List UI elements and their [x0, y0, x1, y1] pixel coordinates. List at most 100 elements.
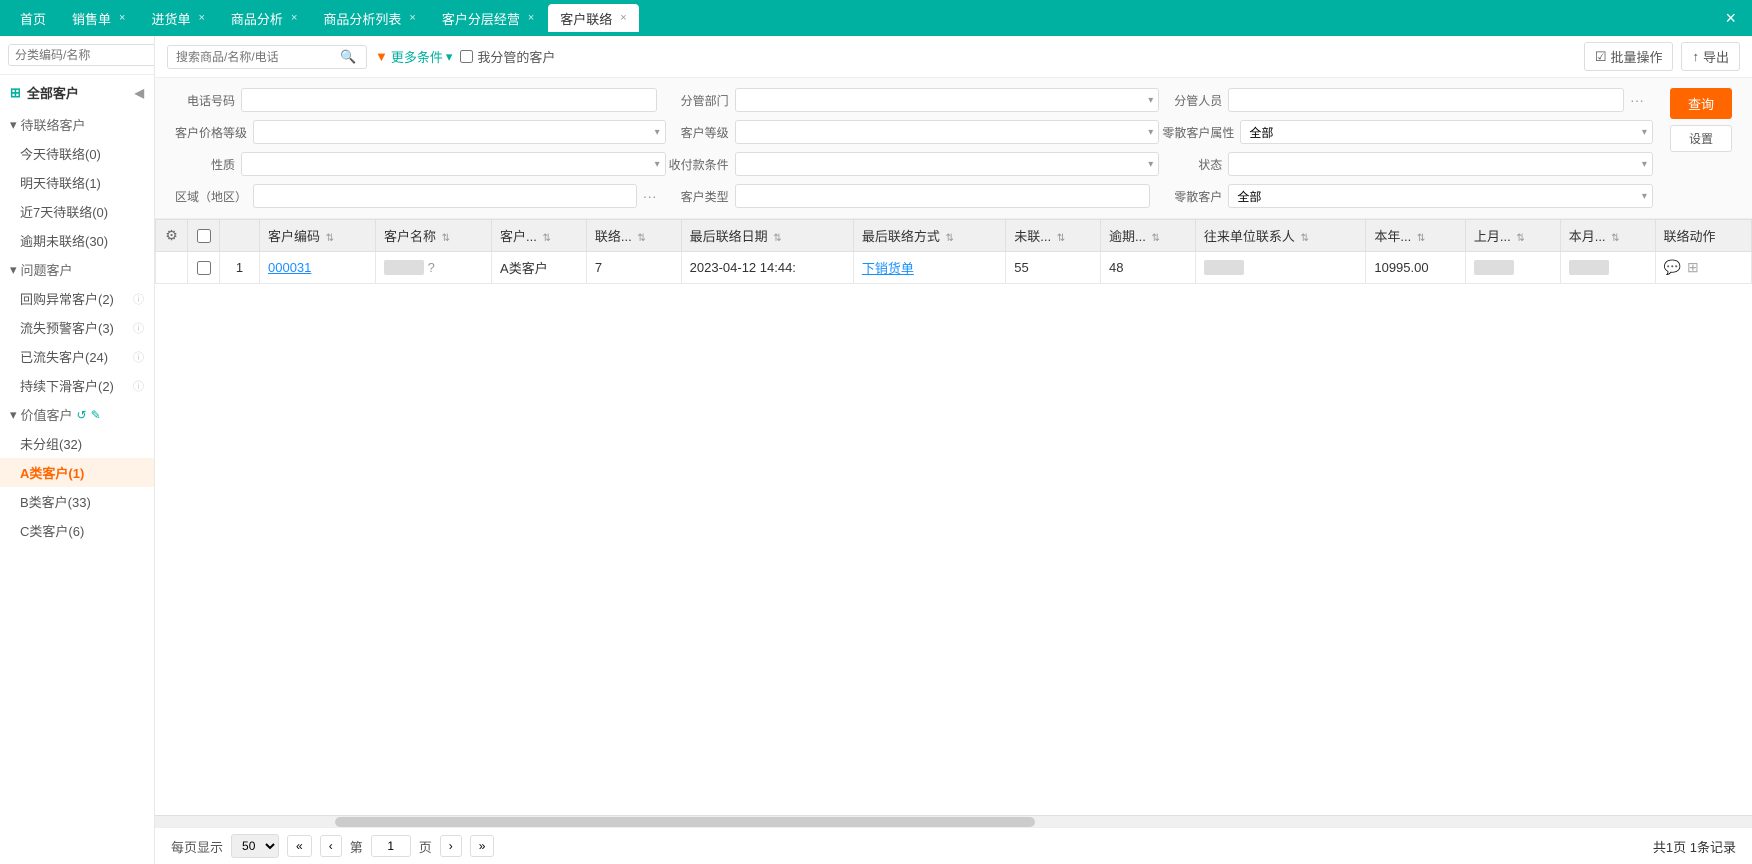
- table-gear-icon[interactable]: ⚙: [165, 227, 178, 243]
- edit-icon[interactable]: ✎: [91, 408, 101, 422]
- close-purchase-tab[interactable]: ×: [198, 12, 204, 24]
- comment-icon[interactable]: 💬: [1664, 259, 1681, 276]
- row-num: 1: [220, 252, 260, 284]
- nav-tab-analysis-list[interactable]: 商品分析列表 ×: [311, 4, 427, 32]
- last-method-link[interactable]: 下销货单: [862, 261, 914, 276]
- sidebar-item-ungrouped[interactable]: 未分组(32): [0, 429, 154, 458]
- row-contact: 7: [586, 252, 681, 284]
- nav-tab-customer-contact[interactable]: 客户联络 ×: [548, 4, 638, 32]
- col-name[interactable]: 客户名称 ⇅: [376, 220, 492, 252]
- my-customers-checkbox-label[interactable]: 我分管的客户: [460, 47, 555, 66]
- group-problem-customers[interactable]: ▾ 问题客户: [0, 255, 154, 284]
- col-gear: ⚙: [156, 220, 188, 252]
- sidebar-item-repurchase-anomaly[interactable]: 回购异常客户(2) ⓘ: [0, 284, 154, 313]
- scroll-thumb[interactable]: [335, 817, 1035, 827]
- sort-unit-contact-icon: ⇅: [1301, 233, 1309, 244]
- group-pending-contact[interactable]: ▾ 待联络客户: [0, 110, 154, 139]
- filter-search-icon[interactable]: 🔍: [340, 49, 356, 65]
- row-checkbox[interactable]: [197, 261, 211, 275]
- customer-code-link[interactable]: 000031: [268, 260, 311, 275]
- select-all-checkbox[interactable]: [197, 229, 211, 243]
- nav-tab-analysis[interactable]: 商品分析 ×: [219, 4, 309, 32]
- next-page-button[interactable]: ›: [440, 835, 462, 857]
- sidebar-search-input[interactable]: [8, 44, 155, 66]
- nature-wrapper: [241, 152, 666, 176]
- collapse-sidebar-btn[interactable]: ◀: [135, 86, 144, 100]
- close-sales-tab[interactable]: ×: [119, 12, 125, 24]
- filter-region-field: 区域（地区） ···: [175, 184, 657, 208]
- col-this-month[interactable]: 本月... ⇅: [1560, 220, 1655, 252]
- batch-op-button[interactable]: ☑ 批量操作: [1584, 42, 1674, 71]
- page-end-label: 页: [419, 837, 432, 856]
- export-icon: ↑: [1692, 49, 1699, 64]
- col-this-year[interactable]: 本年... ⇅: [1366, 220, 1466, 252]
- close-analysis-list-tab[interactable]: ×: [409, 12, 415, 24]
- nav-tab-customer-tier[interactable]: 客户分层经营 ×: [430, 4, 546, 32]
- my-customers-checkbox[interactable]: [460, 50, 473, 63]
- close-customer-contact-tab[interactable]: ×: [620, 12, 626, 24]
- manager-input[interactable]: [1228, 88, 1624, 112]
- col-no-contact[interactable]: 未联... ⇅: [1006, 220, 1101, 252]
- col-contact[interactable]: 联络... ⇅: [586, 220, 681, 252]
- manager-more-btn[interactable]: ···: [1630, 92, 1644, 108]
- filter-search-input[interactable]: [176, 50, 336, 64]
- dept-select[interactable]: [735, 88, 1160, 112]
- sidebar-item-today[interactable]: 今天待联络(0): [0, 139, 154, 168]
- export-button[interactable]: ↑ 导出: [1681, 42, 1740, 71]
- phone-input[interactable]: [241, 88, 657, 112]
- sidebar-item-class-b[interactable]: B类客户(33): [0, 487, 154, 516]
- sidebar-item-7days[interactable]: 近7天待联络(0): [0, 197, 154, 226]
- page-number-input[interactable]: [371, 835, 411, 857]
- filter-nature-field: 性质 ▾: [175, 152, 657, 176]
- filter-row-1: 电话号码 分管部门 ▾ 分管人员: [175, 88, 1644, 112]
- group-value-customers[interactable]: ▾ 价值客户 ↺ ✎: [0, 400, 154, 429]
- sidebar-item-class-a[interactable]: A类客户(1): [0, 458, 154, 487]
- col-code[interactable]: 客户编码 ⇅: [260, 220, 376, 252]
- close-customer-tier-tab[interactable]: ×: [528, 12, 534, 24]
- col-type[interactable]: 客户... ⇅: [492, 220, 587, 252]
- col-unit-contact[interactable]: 往来单位联系人 ⇅: [1195, 220, 1366, 252]
- nature-input[interactable]: [241, 152, 666, 176]
- payment-input[interactable]: [735, 152, 1160, 176]
- qr-icon[interactable]: ⊞: [1687, 259, 1699, 276]
- customer-tier-input[interactable]: [735, 120, 1160, 144]
- status-input[interactable]: [1228, 152, 1653, 176]
- prev-page-button[interactable]: ‹: [320, 835, 342, 857]
- settings-button[interactable]: 设置: [1670, 125, 1732, 152]
- close-all-button[interactable]: ×: [1717, 8, 1744, 29]
- region-more-btn[interactable]: ···: [643, 188, 657, 204]
- sidebar-item-overdue[interactable]: 逾期未联络(30): [0, 226, 154, 255]
- col-last-method[interactable]: 最后联络方式 ⇅: [853, 220, 1005, 252]
- sidebar-item-tomorrow[interactable]: 明天待联络(1): [0, 168, 154, 197]
- col-overdue[interactable]: 逾期... ⇅: [1101, 220, 1196, 252]
- horizontal-scrollbar[interactable]: [155, 815, 1752, 827]
- retail-attr-input[interactable]: [1240, 120, 1653, 144]
- retail-customer-input[interactable]: [1228, 184, 1653, 208]
- nav-tab-purchase[interactable]: 进货单 ×: [139, 4, 216, 32]
- close-analysis-tab[interactable]: ×: [291, 12, 297, 24]
- col-action: 联络动作: [1655, 220, 1751, 252]
- nav-tab-sales[interactable]: 销售单 ×: [60, 4, 137, 32]
- last-page-button[interactable]: »: [470, 835, 495, 857]
- sidebar-item-class-c[interactable]: C类客户(6): [0, 516, 154, 545]
- price-tier-input[interactable]: [253, 120, 666, 144]
- filter-row-3: 性质 ▾ 收付款条件 ▾: [175, 152, 1644, 176]
- query-button[interactable]: 查询: [1670, 88, 1732, 119]
- sidebar-item-churned[interactable]: 已流失客户(24) ⓘ: [0, 342, 154, 371]
- sidebar-item-churn-warning[interactable]: 流失预警客户(3) ⓘ: [0, 313, 154, 342]
- sidebar-all-customers-header[interactable]: ⊞ 全部客户 ◀: [0, 75, 154, 110]
- filter-phone-field: 电话号码: [175, 88, 657, 112]
- per-page-select[interactable]: 50: [231, 834, 279, 858]
- sidebar-item-declining[interactable]: 持续下滑客户(2) ⓘ: [0, 371, 154, 400]
- nav-home[interactable]: 首页: [8, 9, 58, 28]
- refresh-icon[interactable]: ↺: [77, 408, 87, 422]
- first-page-button[interactable]: «: [287, 835, 312, 857]
- info-icon-3: ⓘ: [133, 349, 144, 365]
- region-input[interactable]: [253, 184, 637, 208]
- customer-type-input[interactable]: [735, 184, 1151, 208]
- more-filters-button[interactable]: ▼ 更多条件 ▾: [375, 47, 452, 66]
- col-last-date[interactable]: 最后联络日期 ⇅: [681, 220, 853, 252]
- sort-code-icon: ⇅: [326, 233, 334, 244]
- row-overdue: 48: [1101, 252, 1196, 284]
- col-last-month[interactable]: 上月... ⇅: [1465, 220, 1560, 252]
